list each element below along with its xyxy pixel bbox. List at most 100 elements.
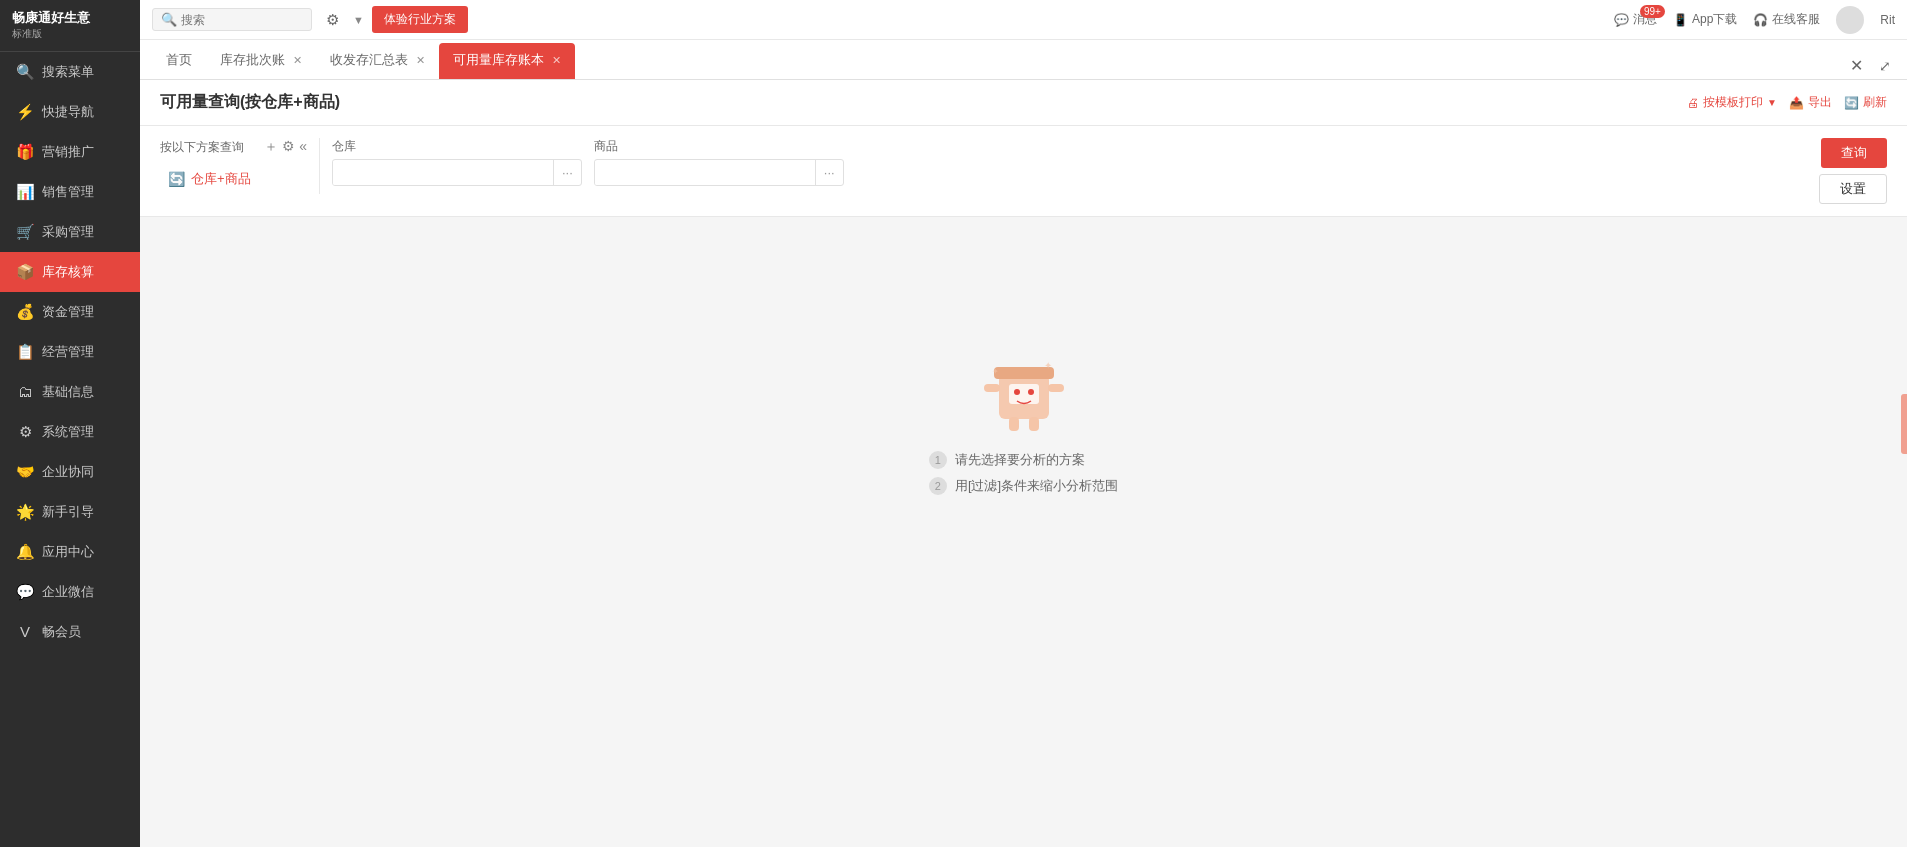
trial-button[interactable]: 体验行业方案 — [372, 6, 468, 33]
sidebar-label-inventory: 库存核算 — [42, 263, 94, 281]
filter-product-more-btn[interactable]: ··· — [815, 160, 843, 185]
service-button[interactable]: 🎧 在线客服 — [1753, 11, 1820, 28]
filter-product-input[interactable] — [595, 161, 815, 185]
sidebar-label-app-center: 应用中心 — [42, 543, 94, 561]
sidebar-menu: 🔍 搜索菜单 ⚡ 快捷导航 🎁 营销推广 📊 销售管理 🛒 采购管理 📦 库存核… — [0, 52, 140, 847]
tip-text-2: 用[过滤]条件来缩小分析范围 — [955, 477, 1118, 495]
sidebar-icon-basic: 🗂 — [16, 383, 34, 400]
print-icon: 🖨 — [1687, 96, 1699, 110]
sidebar-item-finance[interactable]: 💰 资金管理 — [0, 292, 140, 332]
page-actions: 🖨 按模板打印 ▼ 📤 导出 🔄 刷新 — [1687, 94, 1887, 111]
tab-close-receipt-summary[interactable]: ✕ — [416, 54, 425, 67]
filter-warehouse-more-btn[interactable]: ··· — [553, 160, 581, 185]
sidebar-icon-sales: 📊 — [16, 183, 34, 201]
add-scheme-icon[interactable]: ＋ — [264, 138, 278, 156]
tab-label-batch-account: 库存批次账 — [220, 51, 285, 69]
avatar[interactable] — [1836, 6, 1864, 34]
sidebar: 畅康通好生意 标准版 🔍 搜索菜单 ⚡ 快捷导航 🎁 营销推广 📊 销售管理 🛒… — [0, 0, 140, 847]
sidebar-item-app-center[interactable]: 🔔 应用中心 — [0, 532, 140, 572]
query-button[interactable]: 查询 — [1821, 138, 1887, 168]
message-icon: 💬 — [1614, 13, 1629, 27]
gear-icon[interactable]: ⚙ — [320, 7, 345, 33]
svg-rect-8 — [1029, 417, 1039, 431]
export-button[interactable]: 📤 导出 — [1789, 94, 1832, 111]
topbar-search-box[interactable]: 🔍 — [152, 8, 312, 31]
svg-rect-2 — [1009, 384, 1039, 404]
message-badge: 99+ — [1640, 5, 1665, 18]
scheme-item-icon: 🔄 — [168, 171, 185, 187]
sidebar-item-sales[interactable]: 📊 销售管理 — [0, 172, 140, 212]
service-label: 在线客服 — [1772, 11, 1820, 28]
sidebar-icon-system: ⚙ — [16, 423, 34, 441]
svg-text:✦: ✦ — [1044, 360, 1052, 371]
filter-field-warehouse: 仓库 ··· — [332, 138, 582, 186]
tab-receipt-summary[interactable]: 收发存汇总表✕ — [316, 43, 439, 79]
export-icon: 📤 — [1789, 96, 1804, 110]
sidebar-label-member: 畅会员 — [42, 623, 81, 641]
sidebar-icon-search: 🔍 — [16, 63, 34, 81]
svg-rect-6 — [1048, 384, 1064, 392]
sidebar-item-guide[interactable]: 🌟 新手引导 — [0, 492, 140, 532]
svg-point-3 — [1014, 389, 1020, 395]
print-button[interactable]: 🖨 按模板打印 ▼ — [1687, 94, 1777, 111]
sidebar-icon-wechat: 💬 — [16, 583, 34, 601]
sidebar-item-purchase[interactable]: 🛒 采购管理 — [0, 212, 140, 252]
scroll-indicator[interactable] — [1901, 394, 1907, 454]
settings-button[interactable]: 设置 — [1819, 174, 1887, 204]
sidebar-icon-inventory: 📦 — [16, 263, 34, 281]
app-download-button[interactable]: 📱 App下载 — [1673, 11, 1737, 28]
message-button[interactable]: 💬 消息 99+ — [1614, 11, 1657, 28]
username-label: Rit — [1880, 13, 1895, 27]
svg-point-4 — [1028, 389, 1034, 395]
tip-text-1: 请先选择要分析的方案 — [955, 451, 1085, 469]
sidebar-item-member[interactable]: V 畅会员 — [0, 612, 140, 652]
search-input[interactable] — [181, 13, 301, 27]
sidebar-label-purchase: 采购管理 — [42, 223, 94, 241]
scheme-item-warehouse-product[interactable]: 🔄 仓库+商品 — [160, 164, 307, 194]
sidebar-item-marketing[interactable]: 🎁 营销推广 — [0, 132, 140, 172]
filter-area: 按以下方案查询 ＋ ⚙ « 🔄 仓库+商品 仓库 — [140, 126, 1907, 217]
sidebar-logo-title: 畅康通好生意 — [12, 10, 128, 27]
export-label: 导出 — [1808, 94, 1832, 111]
tab-close-all-button[interactable]: ✕ — [1846, 52, 1867, 79]
search-icon: 🔍 — [161, 12, 177, 27]
filter-fields: 仓库 ··· 商品 ··· — [332, 138, 1807, 186]
tab-label-home: 首页 — [166, 51, 192, 69]
sidebar-item-system[interactable]: ⚙ 系统管理 — [0, 412, 140, 452]
empty-tip-2: 2 用[过滤]条件来缩小分析范围 — [929, 477, 1118, 495]
sidebar-item-basic[interactable]: 🗂 基础信息 — [0, 372, 140, 412]
sidebar-logo-subtitle: 标准版 — [12, 27, 128, 41]
refresh-button[interactable]: 🔄 刷新 — [1844, 94, 1887, 111]
filter-warehouse-label: 仓库 — [332, 138, 582, 155]
sidebar-item-quick-nav[interactable]: ⚡ 快捷导航 — [0, 92, 140, 132]
sidebar-item-search[interactable]: 🔍 搜索菜单 — [0, 52, 140, 92]
filter-product-input-wrap: ··· — [594, 159, 844, 186]
sidebar-label-operations: 经营管理 — [42, 343, 94, 361]
settings-scheme-icon[interactable]: ⚙ — [282, 138, 295, 156]
sidebar-logo: 畅康通好生意 标准版 — [0, 0, 140, 52]
sidebar-label-finance: 资金管理 — [42, 303, 94, 321]
sidebar-icon-app-center: 🔔 — [16, 543, 34, 561]
filter-scheme-actions: ＋ ⚙ « — [264, 138, 307, 156]
sidebar-item-enterprise[interactable]: 🤝 企业协同 — [0, 452, 140, 492]
empty-tips: 1 请先选择要分析的方案 2 用[过滤]条件来缩小分析范围 — [929, 451, 1118, 495]
tab-expand-button[interactable]: ⤢ — [1875, 54, 1895, 78]
tab-close-batch-account[interactable]: ✕ — [293, 54, 302, 67]
topbar-dropdown-icon[interactable]: ▼ — [353, 14, 364, 26]
main-area: 🔍 ⚙ ▼ 体验行业方案 💬 消息 99+ 📱 App下载 🎧 在线客服 Rit — [140, 0, 1907, 847]
sidebar-item-inventory[interactable]: 📦 库存核算 — [0, 252, 140, 292]
tab-home[interactable]: 首页 — [152, 43, 206, 79]
sidebar-label-system: 系统管理 — [42, 423, 94, 441]
sidebar-item-wechat[interactable]: 💬 企业微信 — [0, 572, 140, 612]
print-dropdown-icon[interactable]: ▼ — [1767, 97, 1777, 108]
sidebar-icon-enterprise: 🤝 — [16, 463, 34, 481]
tab-available-ledger[interactable]: 可用量库存账本 ✕ — [439, 43, 575, 79]
sidebar-label-wechat: 企业微信 — [42, 583, 94, 601]
collapse-scheme-icon[interactable]: « — [299, 138, 307, 156]
sidebar-icon-marketing: 🎁 — [16, 143, 34, 161]
tab-batch-account[interactable]: 库存批次账 ✕ — [206, 43, 316, 79]
tab-label-available-ledger: 可用量库存账本 — [453, 51, 544, 69]
tab-close-available-ledger[interactable]: ✕ — [552, 54, 561, 67]
filter-warehouse-input[interactable] — [333, 161, 553, 185]
sidebar-item-operations[interactable]: 📋 经营管理 — [0, 332, 140, 372]
